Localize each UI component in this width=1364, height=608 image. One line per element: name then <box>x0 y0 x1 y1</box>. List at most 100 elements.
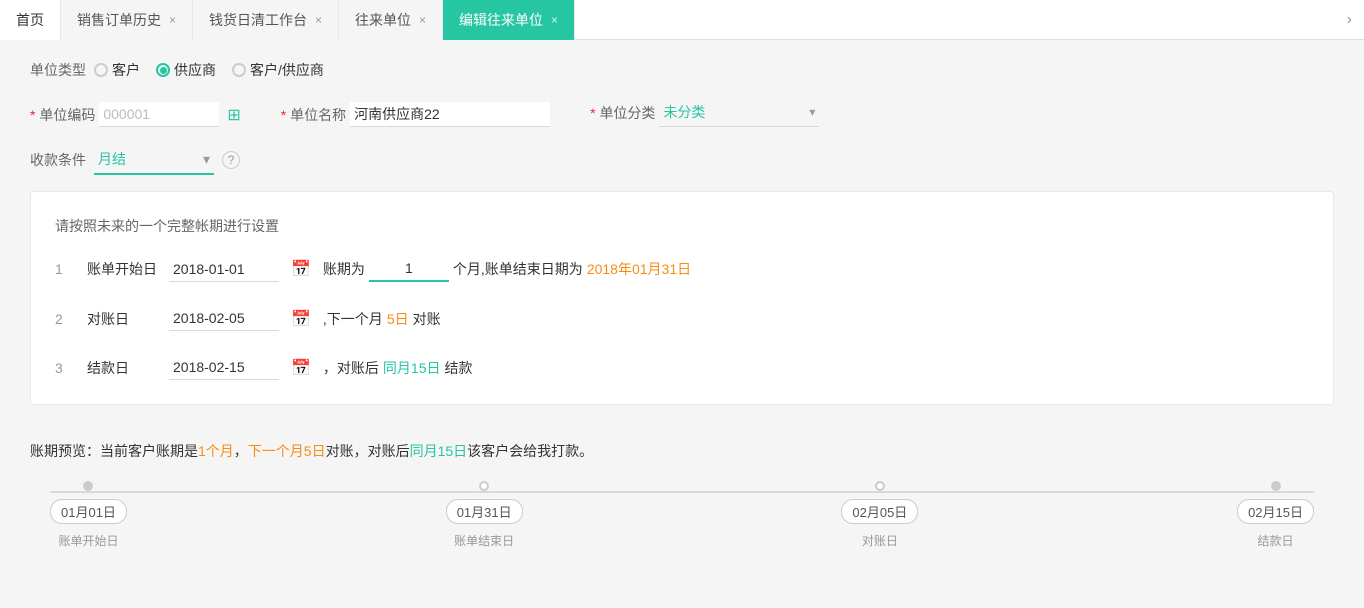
code-copy-icon[interactable]: ⊞ <box>227 105 240 125</box>
timeline-badge-4: 02月15日 <box>1237 499 1314 524</box>
category-field-group: 单位分类 未分类 ▾ <box>590 98 819 127</box>
timeline-badge-3: 02月05日 <box>841 499 918 524</box>
timeline-desc-1: 账单开始日 <box>58 532 118 549</box>
timeline-point-4: 02月15日 结款日 <box>1237 481 1314 549</box>
timeline-dot-1 <box>83 481 93 491</box>
timeline-desc-2: 账单结束日 <box>454 532 514 549</box>
row-1-cal-icon[interactable]: 📅 <box>291 259 311 279</box>
row-3-prefix: ，对账后 <box>323 358 379 378</box>
row-3-label: 结款日 <box>87 358 157 378</box>
row-1-date-input[interactable] <box>169 257 279 282</box>
preview-part2: 下一个月5日 <box>248 441 326 461</box>
page-content: 单位类型 客户 供应商 客户/供应商 单位编码 ⊞ 单位名称 <box>0 40 1364 608</box>
row-3-suffix: 结款 <box>445 358 473 378</box>
setting-row-3: 3 结款日 📅 ，对账后 同月15日 结款 <box>55 355 1309 380</box>
row-3-cal-icon[interactable]: 📅 <box>291 358 311 378</box>
tab-sales-history-close[interactable]: × <box>169 14 176 26</box>
tab-partners[interactable]: 往来单位 × <box>339 0 443 40</box>
timeline-badge-1-text: 01月01日 <box>61 505 116 520</box>
timeline-points: 01月01日 账单开始日 01月31日 账单结束日 02月05日 <box>50 481 1314 549</box>
radio-both-label: 客户/供应商 <box>250 60 324 80</box>
payment-row: 收款条件 月结 ▾ ? <box>30 145 1334 175</box>
tab-partners-close[interactable]: × <box>419 14 426 26</box>
timeline-badge-4-text: 02月15日 <box>1248 505 1303 520</box>
row-1-text: 账期为 个月,账单结束日期为 2018年01月31日 <box>323 256 691 282</box>
timeline-badge-2-text: 01月31日 <box>457 505 512 520</box>
tab-sales-history[interactable]: 销售订单历史 × <box>61 0 193 40</box>
row-1-num: 1 <box>55 261 75 277</box>
preview-text: 账期预览：当前客户账期是 1个月 ， 下一个月5日 对账，对账后 同月15日 该… <box>30 425 1334 461</box>
tab-cash-work-close[interactable]: × <box>315 14 322 26</box>
timeline-badge-3-text: 02月05日 <box>852 505 907 520</box>
preview-part3: 同月15日 <box>410 441 468 461</box>
radio-customer[interactable]: 客户 <box>94 60 140 80</box>
row-2-num: 2 <box>55 311 75 327</box>
unit-type-label: 单位类型 <box>30 60 86 80</box>
payment-arrow-icon: ▾ <box>203 151 210 168</box>
row-2-cal-icon[interactable]: 📅 <box>291 309 311 329</box>
radio-customer-label: 客户 <box>112 60 140 80</box>
timeline-dot-2 <box>479 481 489 491</box>
radio-supplier[interactable]: 供应商 <box>156 60 216 80</box>
row-3-num: 3 <box>55 360 75 376</box>
tabs-expand-button[interactable]: › <box>1335 11 1364 29</box>
period-input[interactable] <box>369 256 449 282</box>
radio-both[interactable]: 客户/供应商 <box>232 60 324 80</box>
radio-supplier-circle <box>156 63 170 77</box>
category-label: 单位分类 <box>590 103 655 123</box>
row-1-label: 账单开始日 <box>87 259 157 279</box>
code-input[interactable] <box>99 102 219 127</box>
unit-type-row: 单位类型 客户 供应商 客户/供应商 <box>30 60 1334 80</box>
category-value: 未分类 <box>663 102 809 122</box>
radio-supplier-label: 供应商 <box>174 60 216 80</box>
row-1-highlight: 2018年01月31日 <box>587 259 691 279</box>
tab-home[interactable]: 首页 <box>0 0 61 40</box>
setting-row-2: 2 对账日 📅 ,下一个月 5日 对账 <box>55 306 1309 331</box>
timeline-point-1: 01月01日 账单开始日 <box>50 481 127 549</box>
timeline-desc-3: 对账日 <box>862 532 898 549</box>
payment-label: 收款条件 <box>30 150 86 170</box>
tab-partners-label: 往来单位 <box>355 10 411 30</box>
tab-edit-partner-label: 编辑往来单位 <box>459 10 543 30</box>
radio-customer-circle <box>94 63 108 77</box>
preview-part3-prefix: 对账，对账后 <box>326 441 410 461</box>
preview-part2-prefix: ， <box>234 441 248 461</box>
card-tip: 请按照未来的一个完整帐期进行设置 <box>55 216 1309 236</box>
code-field-group: 单位编码 ⊞ <box>30 102 241 127</box>
row-2-highlight: 5日 <box>387 309 409 329</box>
name-input[interactable] <box>350 102 550 127</box>
setting-row-1: 1 账单开始日 📅 账期为 个月,账单结束日期为 2018年01月31日 <box>55 256 1309 282</box>
help-icon[interactable]: ? <box>222 151 240 169</box>
tab-home-label: 首页 <box>16 10 44 30</box>
row-2-text: ,下一个月 5日 对账 <box>323 309 441 329</box>
preview-part1: 1个月 <box>198 441 234 461</box>
name-field-group: 单位名称 <box>281 102 550 127</box>
row-1-period-unit: 个月,账单结束日期为 <box>453 259 583 279</box>
row-3-text: ，对账后 同月15日 结款 <box>323 358 473 378</box>
radio-both-circle <box>232 63 246 77</box>
radio-group: 客户 供应商 客户/供应商 <box>94 60 324 80</box>
timeline-badge-2: 01月31日 <box>446 499 523 524</box>
category-select[interactable]: 未分类 ▾ <box>659 98 819 127</box>
payment-select[interactable]: 月结 ▾ <box>94 145 214 175</box>
row-2-date-input[interactable] <box>169 306 279 331</box>
preview-suffix: 该客户会给我打款。 <box>467 441 593 461</box>
tab-edit-partner-close[interactable]: × <box>551 14 558 26</box>
timeline-badge-1: 01月01日 <box>50 499 127 524</box>
tab-edit-partner[interactable]: 编辑往来单位 × <box>443 0 575 40</box>
main-fields-row: 单位编码 ⊞ 单位名称 单位分类 未分类 ▾ <box>30 98 1334 127</box>
category-arrow-icon: ▾ <box>809 105 815 119</box>
row-1-mid-text: 账期为 <box>323 259 365 279</box>
timeline-point-2: 01月31日 账单结束日 <box>446 481 523 549</box>
timeline-container: 01月01日 账单开始日 01月31日 账单结束日 02月05日 <box>30 481 1334 549</box>
row-3-date-input[interactable] <box>169 355 279 380</box>
row-2-label: 对账日 <box>87 309 157 329</box>
timeline-point-3: 02月05日 对账日 <box>841 481 918 549</box>
tab-cash-work-label: 钱货日清工作台 <box>209 10 307 30</box>
preview-prefix: 账期预览：当前客户账期是 <box>30 441 198 461</box>
tab-cash-work[interactable]: 钱货日清工作台 × <box>193 0 339 40</box>
row-3-highlight: 同月15日 <box>383 358 441 378</box>
preview-section: 账期预览：当前客户账期是 1个月 ， 下一个月5日 对账，对账后 同月15日 该… <box>30 425 1334 549</box>
timeline-dot-4 <box>1271 481 1281 491</box>
timeline-dot-3 <box>875 481 885 491</box>
